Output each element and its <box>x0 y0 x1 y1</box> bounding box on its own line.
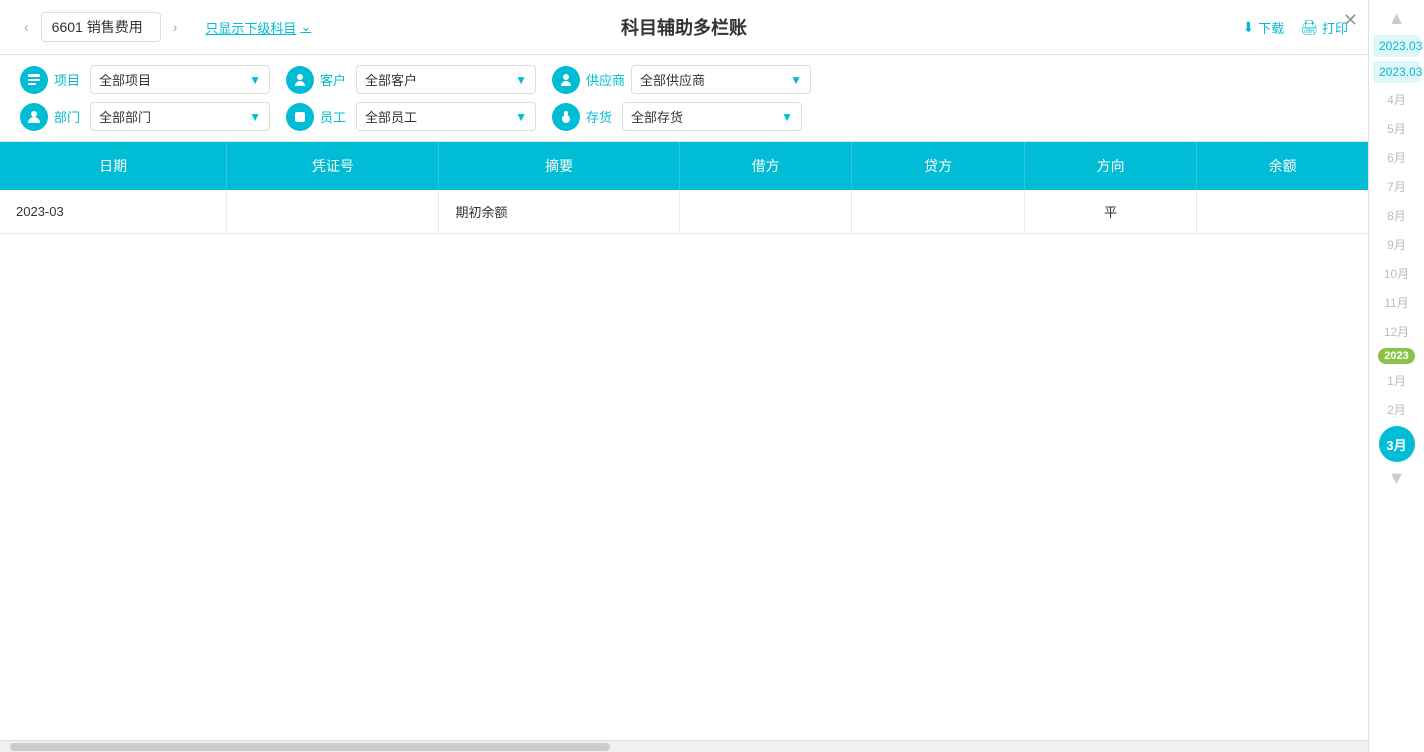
timeline-active-3[interactable]: 3月 <box>1379 426 1415 462</box>
dept-select[interactable]: 全部部门 ▼ <box>90 102 270 131</box>
timeline-item-2[interactable]: 2月 <box>1369 395 1424 424</box>
inventory-icon <box>552 103 580 131</box>
customer-label: 客户 <box>320 70 350 89</box>
col-credit: 贷方 <box>852 142 1025 190</box>
employee-arrow-icon: ▼ <box>515 110 527 124</box>
filters: 项目 全部项目 ▼ 客户 全部客户 ▼ <box>0 55 1368 142</box>
inventory-value: 全部存货 <box>631 107 683 126</box>
project-arrow-icon: ▼ <box>249 73 261 87</box>
account-code: 6601 <box>52 19 83 35</box>
chevron-down-icon: ⌄ <box>300 19 311 35</box>
timeline-item-1[interactable]: 1月 <box>1369 366 1424 395</box>
timeline-item-12[interactable]: 12月 <box>1369 317 1424 346</box>
print-icon: 🖨 <box>1300 19 1318 36</box>
timeline-item-4[interactable]: 4月 <box>1369 85 1424 114</box>
customer-arrow-icon: ▼ <box>515 73 527 87</box>
filter-item-supplier: 供应商 全部供应商 ▼ <box>552 65 811 94</box>
year-badge-2023: 2023 <box>1378 348 1414 364</box>
account-display: 6601 销售费用 <box>41 12 161 42</box>
table-row: 2023-03 期初余额 平 <box>0 190 1368 234</box>
timeline-item-6[interactable]: 6月 <box>1369 143 1424 172</box>
prev-account-button[interactable]: ‹ <box>20 15 33 39</box>
next-account-button[interactable]: › <box>169 15 182 39</box>
scroll-thumb[interactable] <box>10 743 610 751</box>
dept-value: 全部部门 <box>99 107 151 126</box>
timeline-item-8[interactable]: 8月 <box>1369 201 1424 230</box>
project-select[interactable]: 全部项目 ▼ <box>90 65 270 94</box>
close-button[interactable]: ✕ <box>1343 10 1358 31</box>
dept-label: 部门 <box>54 107 84 126</box>
account-name: 销售费用 <box>87 19 143 35</box>
header: ‹ 6601 销售费用 › 只显示下级科目 ⌄ 科目辅助多栏账 ⬇ 下载 <box>0 0 1368 55</box>
employee-icon <box>286 103 314 131</box>
project-icon <box>20 66 48 94</box>
cell-credit <box>852 190 1025 234</box>
timeline-down-button[interactable]: ▼ <box>1369 464 1424 493</box>
filter-item-customer: 客户 全部客户 ▼ <box>286 65 536 94</box>
supplier-icon <box>552 66 580 94</box>
col-date: 日期 <box>0 142 227 190</box>
customer-value: 全部客户 <box>365 70 417 89</box>
timeline-item-10[interactable]: 10月 <box>1369 259 1424 288</box>
filter-item-inventory: 存货 全部存货 ▼ <box>552 102 802 131</box>
project-label: 项目 <box>54 70 84 89</box>
project-value: 全部项目 <box>99 70 151 89</box>
show-sub-label: 只显示下级科目 <box>205 18 296 37</box>
employee-select[interactable]: 全部员工 ▼ <box>356 102 536 131</box>
filter-item-employee: 员工 全部员工 ▼ <box>286 102 536 131</box>
filter-item-dept: 部门 全部部门 ▼ <box>20 102 270 131</box>
col-summary: 摘要 <box>439 142 679 190</box>
timeline-item-2023-03-1[interactable]: 2023.03 <box>1373 35 1420 57</box>
cell-balance <box>1197 190 1368 234</box>
cell-debit <box>679 190 852 234</box>
header-actions: ⬇ 下载 🖨 打印 <box>1242 18 1348 37</box>
col-voucher: 凭证号 <box>227 142 439 190</box>
timeline-sidebar: ▲ 2023.03 2023.03 4月 5月 6月 7月 8月 9月 10月 … <box>1368 0 1424 752</box>
inventory-select[interactable]: 全部存货 ▼ <box>622 102 802 131</box>
customer-select[interactable]: 全部客户 ▼ <box>356 65 536 94</box>
table-header-row: 日期 凭证号 摘要 借方 贷方 方向 余额 <box>0 142 1368 190</box>
cell-voucher <box>227 190 439 234</box>
timeline-item-2023-03-2[interactable]: 2023.03 <box>1373 61 1420 83</box>
timeline-item-5[interactable]: 5月 <box>1369 114 1424 143</box>
supplier-label: 供应商 <box>586 70 625 89</box>
horizontal-scrollbar[interactable] <box>0 740 1368 752</box>
download-button[interactable]: ⬇ 下载 <box>1242 18 1284 37</box>
inventory-arrow-icon: ▼ <box>781 110 793 124</box>
dept-icon <box>20 103 48 131</box>
filter-row-1: 项目 全部项目 ▼ 客户 全部客户 ▼ <box>20 65 1348 94</box>
timeline-item-11[interactable]: 11月 <box>1369 288 1424 317</box>
inventory-label: 存货 <box>586 107 616 126</box>
employee-value: 全部员工 <box>365 107 417 126</box>
supplier-value: 全部供应商 <box>640 70 705 89</box>
col-direction: 方向 <box>1024 142 1197 190</box>
download-label: 下载 <box>1258 18 1284 37</box>
print-button[interactable]: 🖨 打印 <box>1300 18 1348 37</box>
show-sub-button[interactable]: 只显示下级科目 ⌄ <box>205 18 311 37</box>
dept-arrow-icon: ▼ <box>249 110 261 124</box>
cell-summary: 期初余额 <box>439 190 679 234</box>
timeline-item-9[interactable]: 9月 <box>1369 230 1424 259</box>
filter-row-2: 部门 全部部门 ▼ 员工 <box>20 102 1348 131</box>
account-nav: ‹ 6601 销售费用 › 只显示下级科目 ⌄ <box>20 12 311 42</box>
table-container: 日期 凭证号 摘要 借方 贷方 方向 余额 2023-03 期初余额 平 <box>0 142 1368 740</box>
ledger-table: 日期 凭证号 摘要 借方 贷方 方向 余额 2023-03 期初余额 平 <box>0 142 1368 234</box>
cell-direction: 平 <box>1024 190 1197 234</box>
filter-item-project: 项目 全部项目 ▼ <box>20 65 270 94</box>
cell-date: 2023-03 <box>0 190 227 234</box>
col-balance: 余额 <box>1197 142 1368 190</box>
customer-icon <box>286 66 314 94</box>
timeline-up-button[interactable]: ▲ <box>1369 4 1424 33</box>
supplier-select[interactable]: 全部供应商 ▼ <box>631 65 811 94</box>
download-icon: ⬇ <box>1242 19 1254 36</box>
col-debit: 借方 <box>679 142 852 190</box>
supplier-arrow-icon: ▼ <box>790 73 802 87</box>
timeline-item-7[interactable]: 7月 <box>1369 172 1424 201</box>
employee-label: 员工 <box>320 107 350 126</box>
page-title: 科目辅助多栏账 <box>621 14 747 40</box>
